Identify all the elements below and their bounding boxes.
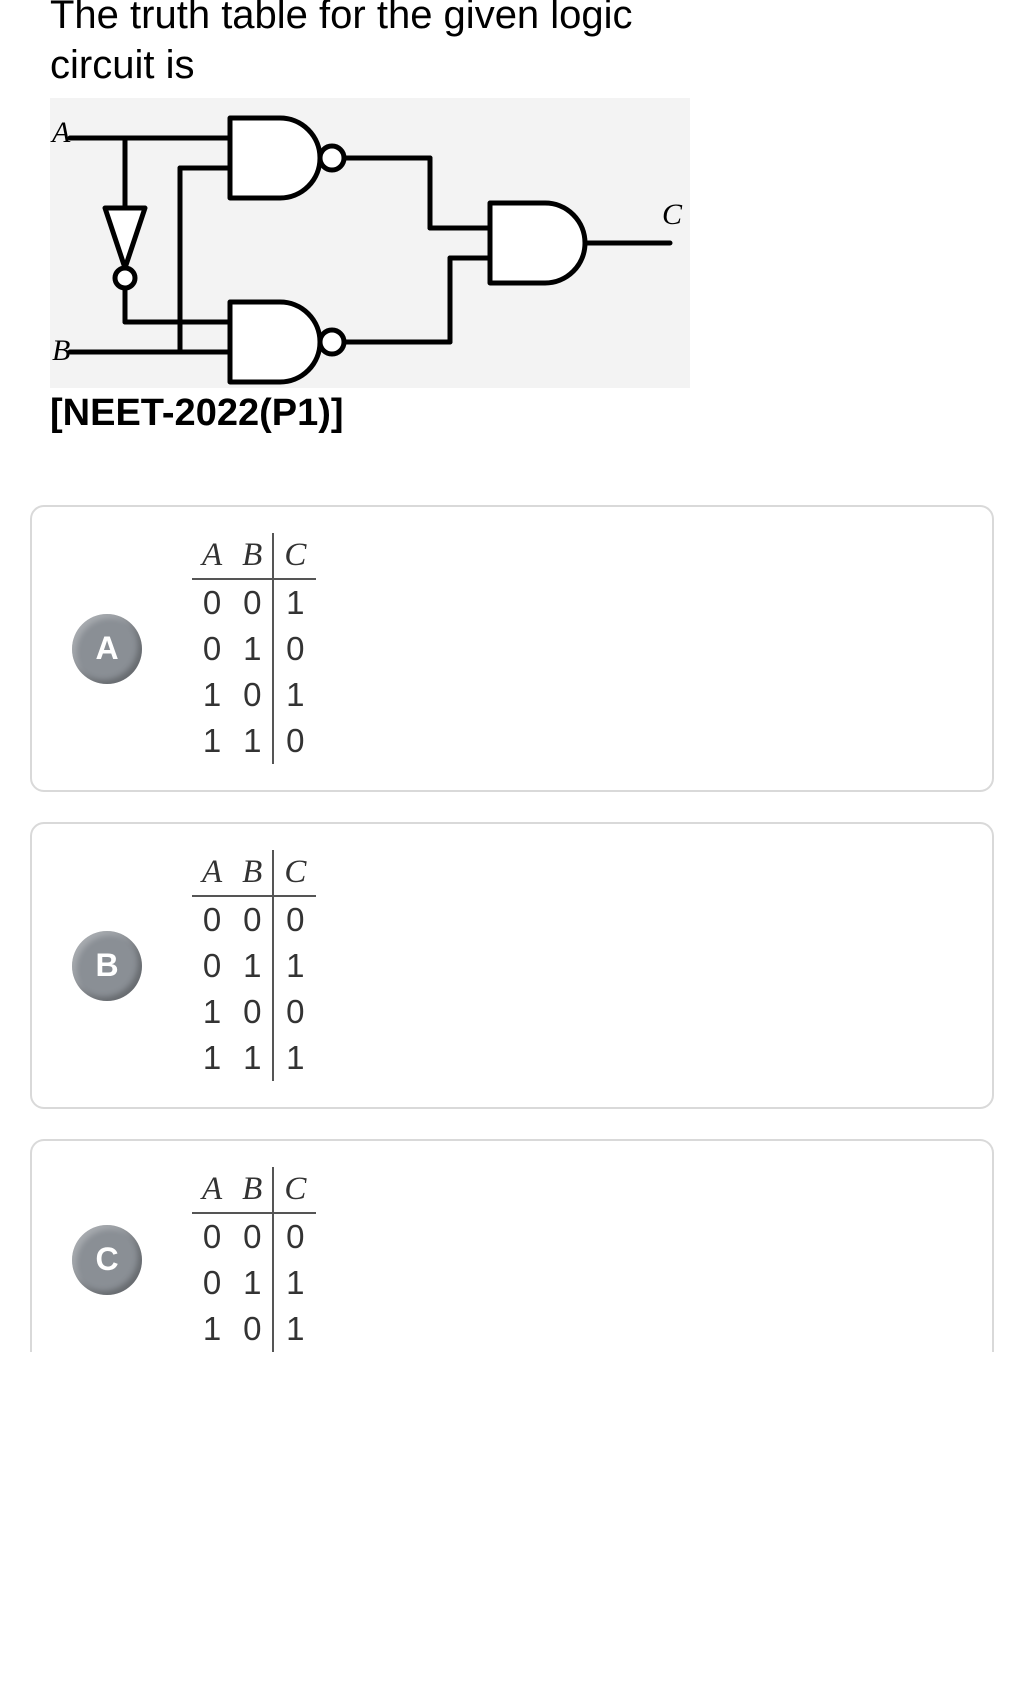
table-row: 001 [192, 579, 316, 626]
circuit-label-c: C [662, 198, 682, 232]
question-text: The truth table for the given logic circ… [50, 0, 974, 90]
th-a: A [192, 533, 232, 579]
th-b: B [232, 1167, 273, 1213]
option-a-badge: A [72, 614, 142, 684]
table-row: 101 [192, 1306, 316, 1352]
th-a: A [192, 850, 232, 896]
th-b: B [232, 533, 273, 579]
option-c-badge: C [72, 1225, 142, 1295]
table-row: 000 [192, 896, 316, 943]
source-tag: [NEET-2022(P1)] [50, 392, 974, 435]
question-line-2: circuit is [50, 43, 194, 87]
options-list: A A B C 001 010 101 110 B A B [0, 505, 1024, 1352]
option-c-card[interactable]: C A B C 000 011 101 [30, 1139, 994, 1352]
circuit-label-a: A [52, 116, 70, 150]
circuit-diagram: A B C [50, 98, 690, 388]
circuit-label-b: B [52, 334, 70, 368]
circuit-svg [50, 98, 690, 388]
option-b-badge: B [72, 931, 142, 1001]
option-a-table: A B C 001 010 101 110 [192, 533, 316, 764]
option-c-table: A B C 000 011 101 [192, 1167, 316, 1352]
question-line-1: The truth table for the given logic [50, 0, 633, 37]
th-c: C [273, 850, 316, 896]
option-b-table: A B C 000 011 100 111 [192, 850, 316, 1081]
th-b: B [232, 850, 273, 896]
table-row: 101 [192, 672, 316, 718]
table-row: 011 [192, 1260, 316, 1306]
table-row: 110 [192, 718, 316, 764]
option-b-card[interactable]: B A B C 000 011 100 111 [30, 822, 994, 1109]
th-a: A [192, 1167, 232, 1213]
th-c: C [273, 533, 316, 579]
table-row: 010 [192, 626, 316, 672]
table-row: 111 [192, 1035, 316, 1081]
table-row: 011 [192, 943, 316, 989]
th-c: C [273, 1167, 316, 1213]
table-row: 100 [192, 989, 316, 1035]
table-row: 000 [192, 1213, 316, 1260]
option-a-card[interactable]: A A B C 001 010 101 110 [30, 505, 994, 792]
question-block: The truth table for the given logic circ… [0, 0, 1024, 435]
